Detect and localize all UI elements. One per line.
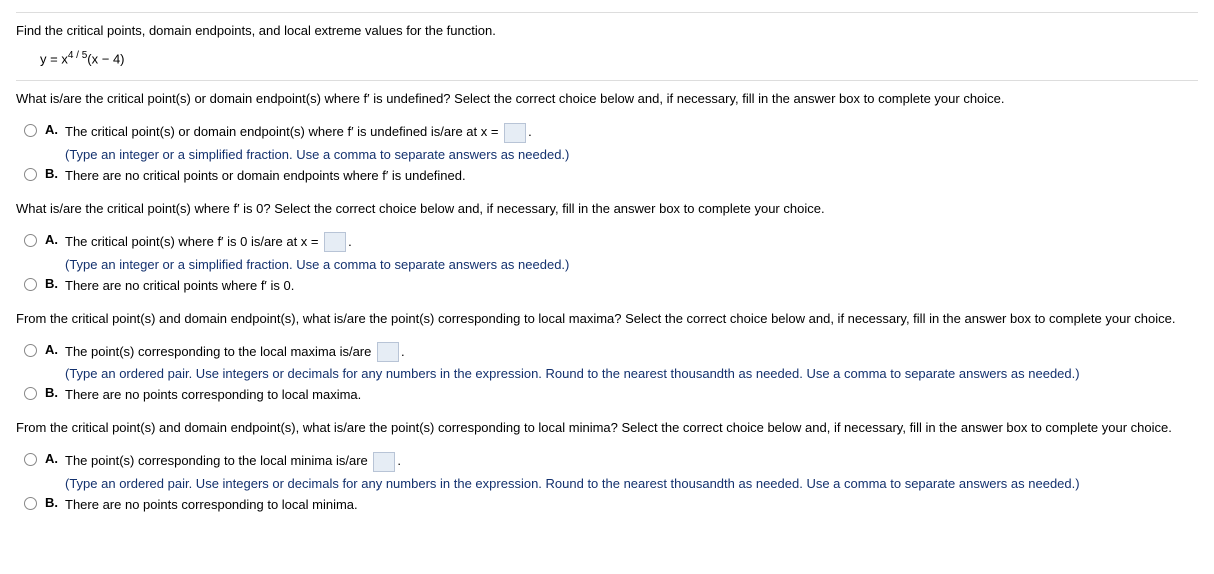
q3-optA-pre: The point(s) corresponding to the local … [65,344,371,359]
q4-option-b: B. There are no points corresponding to … [16,495,1198,516]
q4-answer-input[interactable] [373,452,395,472]
problem-container: Find the critical points, domain endpoin… [0,0,1214,542]
q4-optA-body: The point(s) corresponding to the local … [65,451,1198,491]
q1-radio-b[interactable] [24,168,37,181]
q1-options: A. The critical point(s) or domain endpo… [16,122,1198,187]
q3-prompt: From the critical point(s) and domain en… [16,311,1198,326]
option-label-b: B. [45,276,65,291]
q4-radio-a[interactable] [24,453,37,466]
q4-radio-b[interactable] [24,497,37,510]
divider-top [16,12,1198,13]
q2-prompt: What is/are the critical point(s) where … [16,201,1198,216]
formula-lhs: y = x [40,51,68,66]
option-label-b: B. [45,385,65,400]
q3-optA-body: The point(s) corresponding to the local … [65,342,1198,382]
option-label-a: A. [45,451,65,466]
q3-answer-input[interactable] [377,342,399,362]
q1-optA-hint: (Type an integer or a simplified fractio… [65,147,1198,162]
q3-option-b: B. There are no points corresponding to … [16,385,1198,406]
q2-answer-input[interactable] [324,232,346,252]
q3-optA-hint: (Type an ordered pair. Use integers or d… [65,366,1198,381]
option-label-a: A. [45,122,65,137]
option-label-a: A. [45,342,65,357]
q1-optB-text: There are no critical points or domain e… [65,166,1198,187]
q3-radio-b[interactable] [24,387,37,400]
option-label-b: B. [45,495,65,510]
q2-optA-post: . [348,234,352,249]
q1-answer-input[interactable] [504,123,526,143]
q2-optA-hint: (Type an integer or a simplified fractio… [65,257,1198,272]
q2-option-b: B. There are no critical points where f′… [16,276,1198,297]
q3-radio-a[interactable] [24,344,37,357]
q1-prompt: What is/are the critical point(s) or dom… [16,91,1198,106]
q4-optA-pre: The point(s) corresponding to the local … [65,453,368,468]
formula-rhs: (x − 4) [87,51,124,66]
q4-options: A. The point(s) corresponding to the loc… [16,451,1198,516]
q2-option-a: A. The critical point(s) where f′ is 0 i… [16,232,1198,272]
q2-radio-a[interactable] [24,234,37,247]
problem-intro: Find the critical points, domain endpoin… [16,23,1198,38]
option-label-a: A. [45,232,65,247]
q1-optA-body: The critical point(s) or domain endpoint… [65,122,1198,162]
q1-optA-post: . [528,124,532,139]
function-formula: y = x4 / 5(x − 4) [40,50,1198,66]
formula-exponent: 4 / 5 [68,50,87,61]
q1-option-a: A. The critical point(s) or domain endpo… [16,122,1198,162]
divider [16,80,1198,81]
q2-optA-pre: The critical point(s) where f′ is 0 is/a… [65,234,319,249]
option-label-b: B. [45,166,65,181]
q4-option-a: A. The point(s) corresponding to the loc… [16,451,1198,491]
q4-optA-hint: (Type an ordered pair. Use integers or d… [65,476,1198,491]
q1-radio-a[interactable] [24,124,37,137]
q2-radio-b[interactable] [24,278,37,291]
q4-optA-post: . [397,453,401,468]
q4-optB-text: There are no points corresponding to loc… [65,495,1198,516]
q3-option-a: A. The point(s) corresponding to the loc… [16,342,1198,382]
q2-optB-text: There are no critical points where f′ is… [65,276,1198,297]
q2-optA-body: The critical point(s) where f′ is 0 is/a… [65,232,1198,272]
q3-options: A. The point(s) corresponding to the loc… [16,342,1198,407]
q1-optA-pre: The critical point(s) or domain endpoint… [65,124,498,139]
q2-options: A. The critical point(s) where f′ is 0 i… [16,232,1198,297]
q3-optA-post: . [401,344,405,359]
q1-option-b: B. There are no critical points or domai… [16,166,1198,187]
q3-optB-text: There are no points corresponding to loc… [65,385,1198,406]
q4-prompt: From the critical point(s) and domain en… [16,420,1198,435]
